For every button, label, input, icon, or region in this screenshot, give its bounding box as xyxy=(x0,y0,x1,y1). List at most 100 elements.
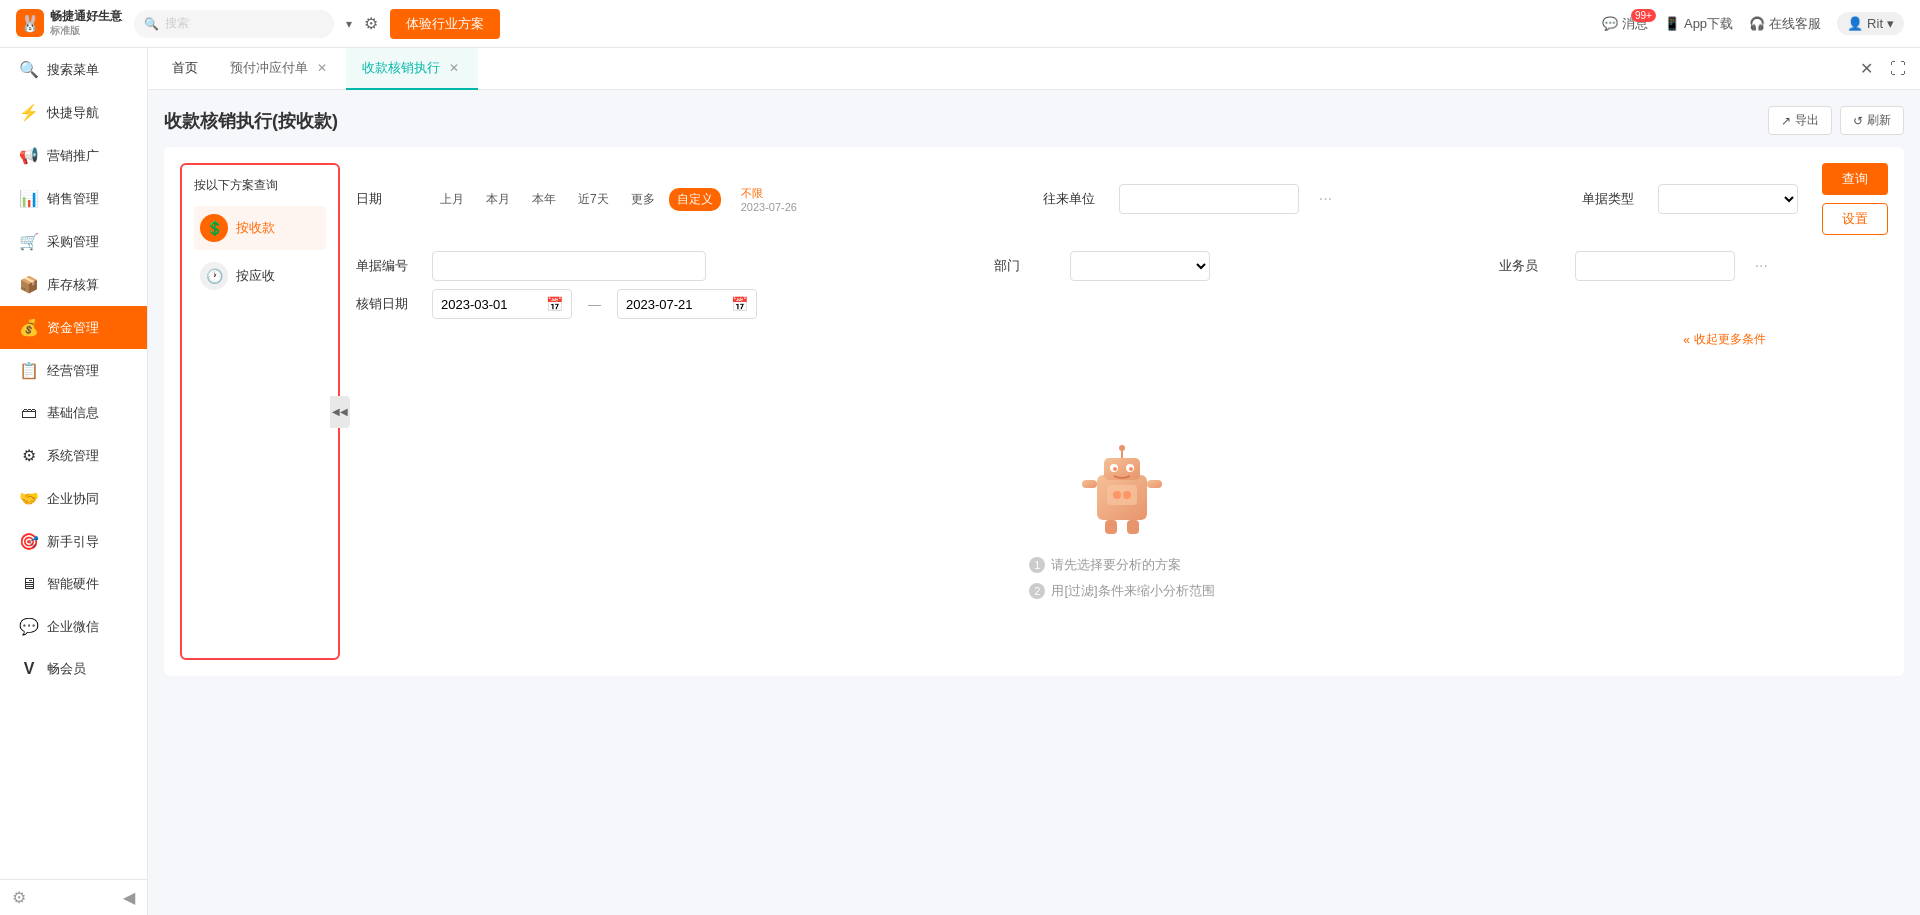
search-icon: 🔍 xyxy=(144,17,159,31)
query-option-by-receipt[interactable]: 💲 按收款 xyxy=(194,206,326,250)
tab-writeoff-close[interactable]: ✕ xyxy=(446,60,462,76)
sidebar-item-system[interactable]: ⚙ 系统管理 xyxy=(0,434,147,477)
doc-num-input[interactable] xyxy=(432,251,706,281)
industry-btn[interactable]: 体验行业方案 xyxy=(390,9,500,39)
partner-ellipsis-icon[interactable]: ··· xyxy=(1315,190,1336,208)
receivable-icon: 🕐 xyxy=(200,262,228,290)
logo-sub: 标准版 xyxy=(50,24,122,38)
hint-text-2: 用[过滤]条件来缩小分析范围 xyxy=(1051,582,1214,600)
date-quick-btns: 上月 本月 本年 近7天 更多 自定义 xyxy=(432,188,721,211)
sidebar-label-enterprise: 企业协同 xyxy=(47,490,99,508)
svg-rect-10 xyxy=(1105,520,1117,534)
sidebar-settings-icon[interactable]: ⚙ xyxy=(12,888,26,907)
tab-prepay[interactable]: 预付冲应付单 ✕ xyxy=(214,48,346,90)
sales-icon: 📊 xyxy=(19,189,39,208)
member-icon: V xyxy=(19,660,39,678)
svg-rect-11 xyxy=(1127,520,1139,534)
query-option-receivable-label: 按应收 xyxy=(236,267,275,285)
user-menu[interactable]: 👤 Rit ▾ xyxy=(1837,12,1904,35)
receipt-icon: 💲 xyxy=(200,214,228,242)
online-service-btn[interactable]: 🎧 在线客服 xyxy=(1749,15,1821,33)
sidebar-item-quicknav[interactable]: ⚡ 快捷导航 xyxy=(0,91,147,134)
sidebar-bottom: ⚙ ◀ xyxy=(0,879,147,915)
hint-num-1: 1 xyxy=(1029,557,1045,573)
sidebar-item-inventory[interactable]: 📦 库存核算 xyxy=(0,263,147,306)
enterprise-icon: 🤝 xyxy=(19,489,39,508)
staff-input[interactable] xyxy=(1575,251,1735,281)
writeoff-end-input[interactable]: 2023-07-21 📅 xyxy=(617,289,757,319)
query-submit-btn[interactable]: 查询 xyxy=(1822,163,1888,195)
sidebar-item-management[interactable]: 📋 经营管理 xyxy=(0,349,147,392)
svg-point-6 xyxy=(1113,467,1117,471)
message-icon: 💬 xyxy=(1602,16,1618,31)
more-conditions-btn[interactable]: « 收起更多条件 xyxy=(1671,327,1778,352)
export-btn[interactable]: ↗ 导出 xyxy=(1768,106,1832,135)
svg-rect-12 xyxy=(1107,485,1137,505)
main-card: 按以下方案查询 💲 按收款 🕐 按应收 ◀◀ 日期 xyxy=(164,147,1904,676)
partner-input[interactable] xyxy=(1119,184,1299,214)
marketing-icon: 📢 xyxy=(19,146,39,165)
writeoff-end-value: 2023-07-21 xyxy=(626,297,693,312)
sidebar-collapse-icon[interactable]: ◀ xyxy=(123,888,135,907)
more-conditions-row: « 收起更多条件 xyxy=(356,327,1888,352)
tab-home[interactable]: 首页 xyxy=(156,48,214,90)
empty-state-image xyxy=(1072,440,1172,540)
date-btn-last-month[interactable]: 上月 xyxy=(432,188,472,211)
sidebar-item-wechat[interactable]: 💬 企业微信 xyxy=(0,605,147,648)
sidebar-item-guide[interactable]: 🎯 新手引导 xyxy=(0,520,147,563)
tab-expand-btn[interactable]: ⛶ xyxy=(1884,55,1912,83)
sidebar-label-marketing: 营销推广 xyxy=(47,147,99,165)
writeoff-start-calendar-icon[interactable]: 📅 xyxy=(546,296,563,312)
sidebar-item-enterprise[interactable]: 🤝 企业协同 xyxy=(0,477,147,520)
doc-type-select[interactable] xyxy=(1658,184,1798,214)
message-badge: 99+ xyxy=(1631,9,1656,22)
svg-point-13 xyxy=(1113,491,1121,499)
writeoff-start-input[interactable]: 2023-03-01 📅 xyxy=(432,289,572,319)
app-download-btn[interactable]: 📱 App下载 xyxy=(1664,15,1733,33)
query-selector-panel: 按以下方案查询 💲 按收款 🕐 按应收 ◀◀ xyxy=(180,163,340,660)
sidebar-item-hardware[interactable]: 🖥 智能硬件 xyxy=(0,563,147,605)
sidebar-item-finance[interactable]: 💰 资金管理 xyxy=(0,306,147,349)
system-icon: ⚙ xyxy=(19,446,39,465)
inventory-icon: 📦 xyxy=(19,275,39,294)
hardware-icon: 🖥 xyxy=(19,575,39,593)
panel-title: 按以下方案查询 xyxy=(194,177,326,194)
query-option-receipt-label: 按收款 xyxy=(236,219,275,237)
filter-settings-btn[interactable]: 设置 xyxy=(1822,203,1888,235)
svg-rect-9 xyxy=(1147,480,1162,488)
sidebar-item-purchase[interactable]: 🛒 采购管理 xyxy=(0,220,147,263)
refresh-icon: ↺ xyxy=(1853,114,1863,128)
staff-ellipsis-icon[interactable]: ··· xyxy=(1751,257,1772,275)
tab-prepay-label: 预付冲应付单 xyxy=(230,59,308,77)
date-btn-custom[interactable]: 自定义 xyxy=(669,188,721,211)
date-btn-this-month[interactable]: 本月 xyxy=(478,188,518,211)
quicknav-icon: ⚡ xyxy=(19,103,39,122)
partner-label: 往来单位 xyxy=(1043,190,1103,208)
settings-icon[interactable]: ⚙ xyxy=(364,14,378,33)
tab-close-all-btn[interactable]: ✕ xyxy=(1852,55,1880,83)
finance-icon: 💰 xyxy=(19,318,39,337)
sidebar-item-basic-info[interactable]: 🗃 基础信息 xyxy=(0,392,147,434)
date-unlimited-info: 不限 2023-07-26 xyxy=(741,186,797,213)
tab-writeoff[interactable]: 收款核销执行 ✕ xyxy=(346,48,478,90)
dept-select[interactable] xyxy=(1070,251,1210,281)
date-btn-this-year[interactable]: 本年 xyxy=(524,188,564,211)
tab-bar: 首页 预付冲应付单 ✕ 收款核销执行 ✕ ✕ ⛶ xyxy=(148,48,1920,90)
tab-prepay-close[interactable]: ✕ xyxy=(314,60,330,76)
sidebar-item-marketing[interactable]: 📢 营销推广 xyxy=(0,134,147,177)
sidebar-item-sales[interactable]: 📊 销售管理 xyxy=(0,177,147,220)
panel-collapse-btn[interactable]: ◀◀ xyxy=(330,396,350,428)
date-btn-7days[interactable]: 近7天 xyxy=(570,188,617,211)
writeoff-end-calendar-icon[interactable]: 📅 xyxy=(731,296,748,312)
sidebar-label-quicknav: 快捷导航 xyxy=(47,104,99,122)
refresh-btn[interactable]: ↺ 刷新 xyxy=(1840,106,1904,135)
management-icon: 📋 xyxy=(19,361,39,380)
query-option-by-receivable[interactable]: 🕐 按应收 xyxy=(194,254,326,298)
svg-point-3 xyxy=(1119,445,1125,451)
top-search[interactable]: 🔍 搜索 xyxy=(134,10,334,38)
message-btn[interactable]: 💬 消息 99+ xyxy=(1602,15,1648,33)
sidebar-item-search[interactable]: 🔍 搜索菜单 xyxy=(0,48,147,91)
search-chevron-icon[interactable]: ▾ xyxy=(346,17,352,31)
sidebar-item-member[interactable]: V 畅会员 xyxy=(0,648,147,690)
date-btn-more[interactable]: 更多 xyxy=(623,188,663,211)
